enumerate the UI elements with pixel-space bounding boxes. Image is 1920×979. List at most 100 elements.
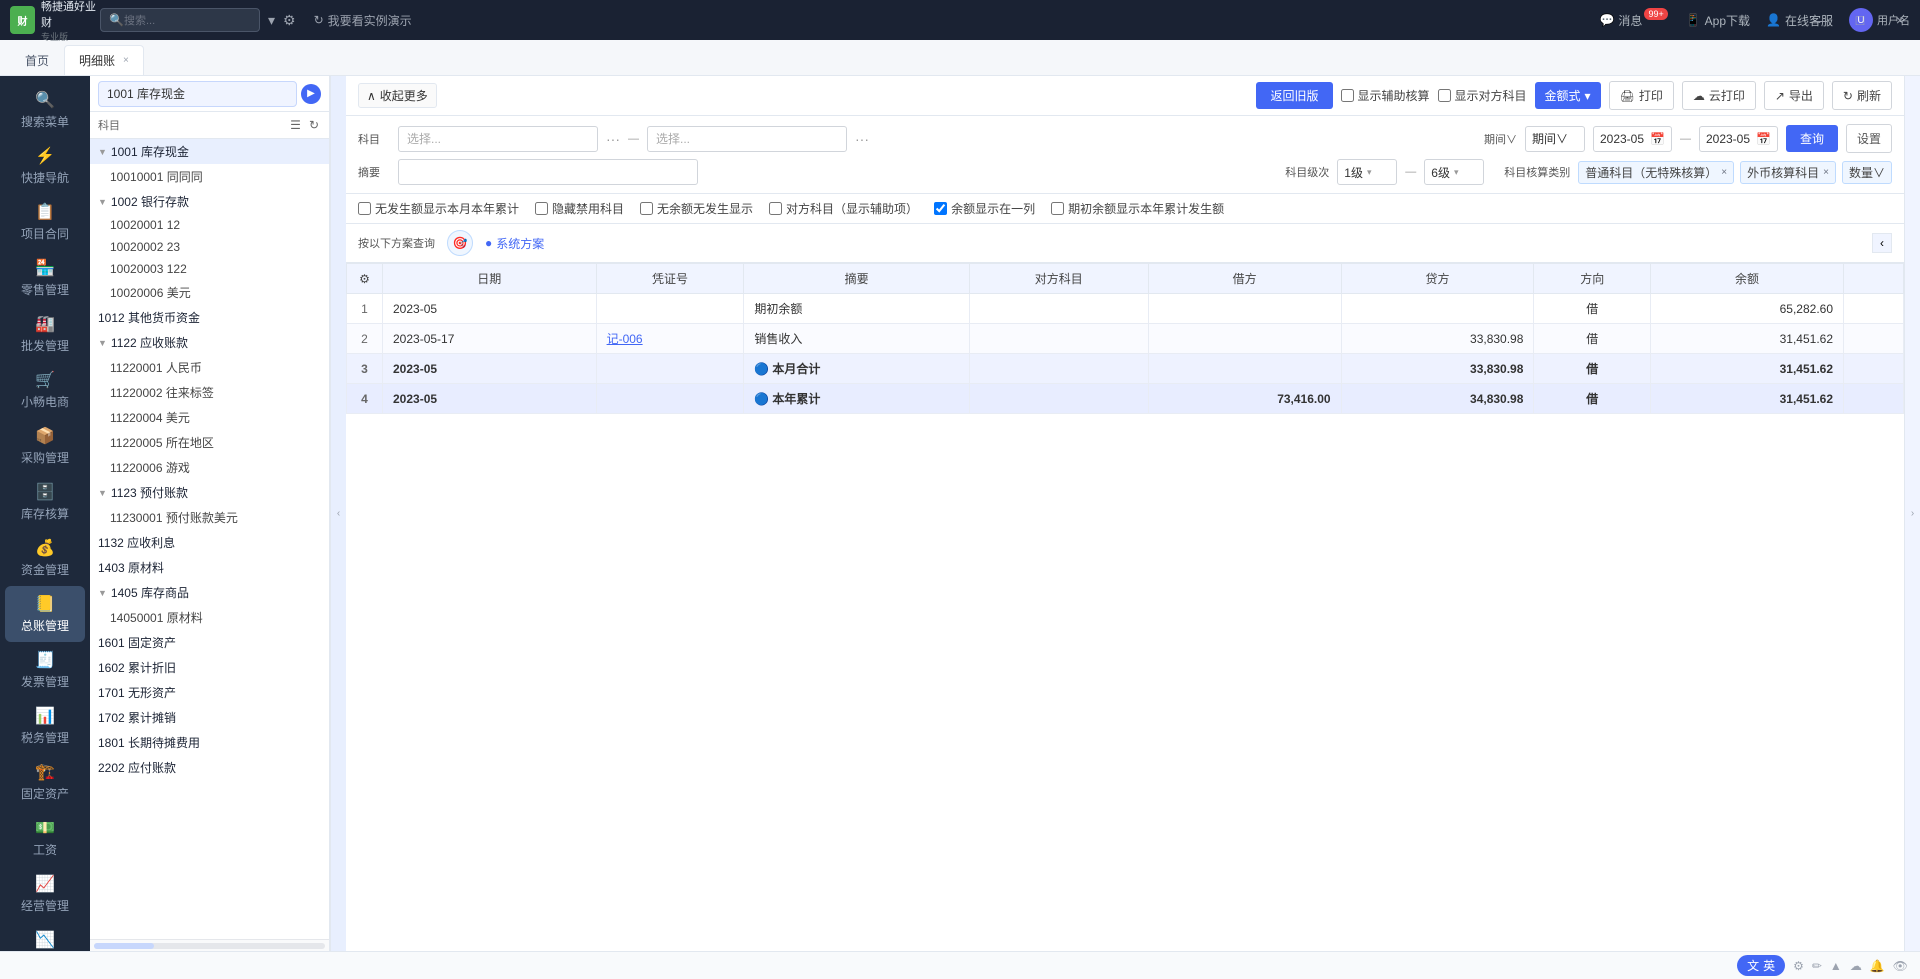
tab-detail[interactable]: 明细账 × [64,45,144,75]
bottom-icon-4[interactable]: ☁ [1850,959,1862,973]
tree-item-10020003[interactable]: 10020003 122 [90,258,329,280]
show-opposite-checkbox[interactable]: 显示对方科目 [1438,87,1527,104]
account-filter-input2[interactable]: 选择... [647,126,847,152]
print-btn[interactable]: 🖨 打印 [1609,81,1674,110]
sidebar-item-report[interactable]: 📉 小畅报销 [5,922,85,951]
cloud-print-btn[interactable]: ☁ 云打印 [1682,81,1756,110]
account-filter-dots[interactable]: ··· [606,131,620,147]
account-nav-btn[interactable]: ▶ [301,84,321,104]
sidebar-item-ecommerce[interactable]: 🛒 小畅电商 [5,362,85,418]
tree-item-1122[interactable]: ▼ 1122 应收账款 [90,330,329,355]
tab-home[interactable]: 首页 [10,45,64,75]
tree-item-1012[interactable]: 1012 其他货币资金 [90,305,329,330]
sidebar-item-assets[interactable]: 🏗️ 固定资产 [5,754,85,810]
bottom-icon-3[interactable]: ▲ [1830,959,1842,973]
tree-item-1001[interactable]: ▼ 1001 库存现金 [90,139,329,164]
account-filter-input[interactable]: 选择... [398,126,598,152]
cb-show-opposite[interactable]: 对方科目（显示辅助项） [769,200,918,217]
sidebar-item-wholesale[interactable]: 🏭 批发管理 [5,306,85,362]
sidebar-item-retail[interactable]: 🏪 零售管理 [5,250,85,306]
tree-item-10020001[interactable]: 10020001 12 [90,214,329,236]
bottom-icon-2[interactable]: ✏ [1812,959,1822,973]
summary-filter-input[interactable] [398,159,698,185]
chip-quantity[interactable]: 数量∨ [1842,161,1892,184]
refresh-btn[interactable]: ↻ 刷新 [1832,81,1892,110]
account-level-from[interactable]: 1级 ▾ [1337,159,1397,185]
sidebar-item-ops[interactable]: 📈 经营管理 [5,866,85,922]
tree-item-1801[interactable]: 1801 长期待摊费用 [90,730,329,755]
voucher-link-2[interactable]: 记-006 [607,332,643,346]
cb-show-opposite-input[interactable] [769,202,782,215]
sidebar-item-purchase[interactable]: 📦 采购管理 [5,418,85,474]
sidebar-item-tax[interactable]: 📊 税务管理 [5,698,85,754]
account-filter-dots2[interactable]: ··· [855,131,869,147]
settings-btn[interactable]: 设置 [1846,124,1892,153]
right-collapse-btn[interactable]: › [1904,76,1920,951]
message-btn[interactable]: 💬 消息 99+ [1599,12,1669,29]
sidebar-item-quicknav[interactable]: ⚡ 快捷导航 [5,138,85,194]
cb-no-balance-input[interactable] [640,202,653,215]
bottom-icon-5[interactable]: 🔔 [1870,959,1885,973]
bottom-icon-6[interactable]: 👁 [1893,959,1908,973]
tree-list-icon[interactable]: ☰ [288,116,303,134]
period-to-input[interactable]: 2023-05 📅 [1699,126,1778,152]
tree-item-11220002[interactable]: 11220002 往来标签 [90,380,329,405]
tab-detail-close[interactable]: × [123,55,129,66]
account-tree[interactable]: ▼ 1001 库存现金 10010001 同同同 ▼ 1002 银行存款 100… [90,139,329,939]
sidebar-item-ledger[interactable]: 📒 总账管理 [5,586,85,642]
sidebar-item-project[interactable]: 📋 项目合同 [5,194,85,250]
tree-item-1702[interactable]: 1702 累计摊销 [90,705,329,730]
tree-item-1403[interactable]: 1403 原材料 [90,555,329,580]
account-level-to[interactable]: 6级 ▾ [1424,159,1484,185]
period-type-select[interactable]: 期间∨ [1525,126,1585,152]
scheme-plan-btn[interactable]: ● 系统方案 [485,235,544,252]
sidebar-item-search[interactable]: 🔍 搜索菜单 [5,82,85,138]
maximize-btn[interactable]: □ [1840,0,1880,40]
search-btn[interactable]: 查询 [1786,125,1838,152]
show-aux-checkbox[interactable]: 显示辅助核算 [1341,87,1430,104]
cb-hide-banned-input[interactable] [535,202,548,215]
tree-item-1002[interactable]: ▼ 1002 银行存款 [90,189,329,214]
show-aux-input[interactable] [1341,89,1354,102]
sidebar-item-salary[interactable]: 💵 工资 [5,810,85,866]
cb-no-occur[interactable]: 无发生额显示本月本年累计 [358,200,519,217]
tree-item-1602[interactable]: 1602 累计折旧 [90,655,329,680]
cb-balance-one-col[interactable]: 余额显示在一列 [934,200,1035,217]
tree-item-1701[interactable]: 1701 无形资产 [90,680,329,705]
dropdown-icon[interactable]: ▾ [266,10,277,31]
tree-item-1132[interactable]: 1132 应收利息 [90,530,329,555]
left-panel-collapse-btn[interactable]: ‹ [330,76,346,951]
tree-item-14050001[interactable]: 14050001 原材料 [90,605,329,630]
cb-show-begin-input[interactable] [1051,202,1064,215]
cell-voucher-2[interactable]: 记-006 [596,324,744,354]
tree-item-10020002[interactable]: 10020002 23 [90,236,329,258]
cb-no-balance[interactable]: 无余额无发生显示 [640,200,753,217]
sidebar-item-capital[interactable]: 💰 资金管理 [5,530,85,586]
period-from-input[interactable]: 2023-05 📅 [1593,126,1672,152]
expand-more-btn[interactable]: ∧ 收起更多 [358,83,437,108]
demo-link[interactable]: ↻ 我要看实例演示 [314,12,412,29]
collapse-right-btn[interactable]: ‹ [1872,233,1892,253]
top-search-bar[interactable]: 🔍 搜索... [100,8,260,32]
cb-show-begin[interactable]: 期初余额显示本年累计发生额 [1051,200,1224,217]
tree-item-1601[interactable]: 1601 固定资产 [90,630,329,655]
chip-normal-close[interactable]: × [1721,167,1727,178]
tree-item-11220004[interactable]: 11220004 美元 [90,405,329,430]
tree-item-11220005[interactable]: 11220005 所在地区 [90,430,329,455]
style-btn[interactable]: 金额式 ▾ [1535,82,1601,109]
scheme-target-icon[interactable]: 🎯 [447,230,473,256]
cb-balance-one-col-input[interactable] [934,202,947,215]
tree-item-10020006[interactable]: 10020006 美元 [90,280,329,305]
col-gear[interactable]: ⚙ [347,264,383,294]
translate-btn[interactable]: 文 英 [1737,955,1785,976]
cb-no-occur-input[interactable] [358,202,371,215]
app-download-btn[interactable]: 📱 App下载 [1686,12,1750,29]
show-opposite-input[interactable] [1438,89,1451,102]
horizontal-scrollbar[interactable] [90,939,329,951]
tree-item-11230001[interactable]: 11230001 预付账款美元 [90,505,329,530]
bottom-icon-1[interactable]: ⚙ [1793,959,1804,973]
minimize-btn[interactable]: — [1800,0,1840,40]
sidebar-item-invoice[interactable]: 🧾 发票管理 [5,642,85,698]
tree-item-11220006[interactable]: 11220006 游戏 [90,455,329,480]
tree-item-1123[interactable]: ▼ 1123 预付账款 [90,480,329,505]
